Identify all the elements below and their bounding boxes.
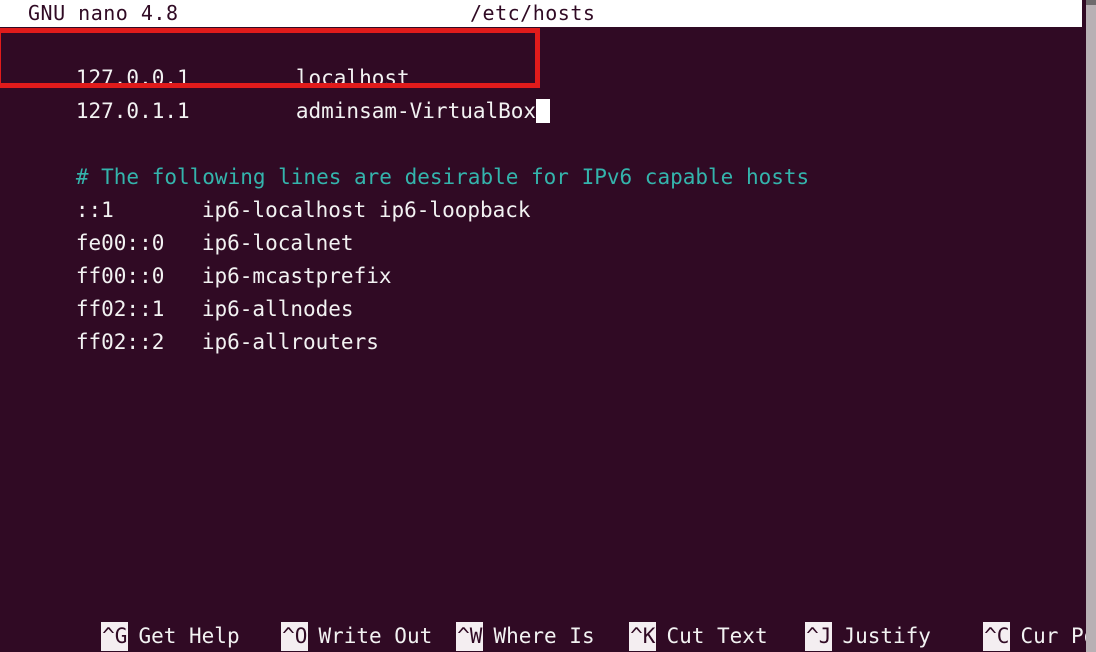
shortcut-row-2: ^XExit ^RRead File ^\Replace ^UPaste Tex… xyxy=(0,621,1086,652)
filename-label: /etc/hosts xyxy=(470,1,596,25)
shortcut-cur-pos[interactable]: ^CCur Pos xyxy=(882,590,1096,651)
hosts-line-3-blank[interactable] xyxy=(0,95,89,128)
hosts-address-9: ff02::2 xyxy=(75,330,165,354)
shortcut-row-1: ^G Get Help ^O Write Out ^W Where Is ^K Cut … xyxy=(0,590,1096,651)
title-bar: GNU nano 4.8 /etc/hosts xyxy=(0,0,1082,27)
window-scrollbar[interactable] xyxy=(1086,0,1096,652)
hosts-line-5[interactable]: ::1 ip6-localhost ip6-loopback xyxy=(0,161,531,222)
hosts-line-1[interactable]: 127.0.0.1 localhost xyxy=(0,29,410,90)
hosts-hostname-2: adminsam-VirtualBox xyxy=(295,99,537,123)
editor-text-area[interactable]: 127.0.0.1 localhost 127.0.1.1 adminsam-Vir… xyxy=(0,27,1086,592)
text-cursor xyxy=(536,99,551,123)
shortcut-bar: ^G Get Help ^O Write Out ^W Where Is ^K Cut … xyxy=(0,590,1096,652)
hosts-line-6[interactable]: fe00::0 ip6-localnet xyxy=(0,194,354,255)
shortcut-go-to-line[interactable]: ^_Go To Line xyxy=(882,621,1096,652)
hosts-line-4-comment[interactable]: # The following lines are desirable for … xyxy=(0,128,809,189)
hosts-address-2: 127.0.1.1 xyxy=(75,99,190,123)
hosts-line-7[interactable]: ff00::0 ip6-mcastprefix xyxy=(0,227,392,288)
hosts-hostname-9: ip6-allrouters xyxy=(201,330,379,354)
scrollbar-thumb[interactable] xyxy=(1086,0,1096,5)
hosts-line-2[interactable]: 127.0.1.1 adminsam-VirtualBox xyxy=(0,62,551,123)
shortcut-exit[interactable]: ^XExit xyxy=(0,621,189,652)
nano-version-label: GNU nano 4.8 xyxy=(28,1,179,25)
hosts-line-9[interactable]: ff02::2 ip6-allrouters xyxy=(0,293,379,354)
nano-editor-window: GNU nano 4.8 /etc/hosts 127.0.0.1 localho… xyxy=(0,0,1096,652)
hosts-line-8[interactable]: ff02::1 ip6-allnodes xyxy=(0,260,354,321)
